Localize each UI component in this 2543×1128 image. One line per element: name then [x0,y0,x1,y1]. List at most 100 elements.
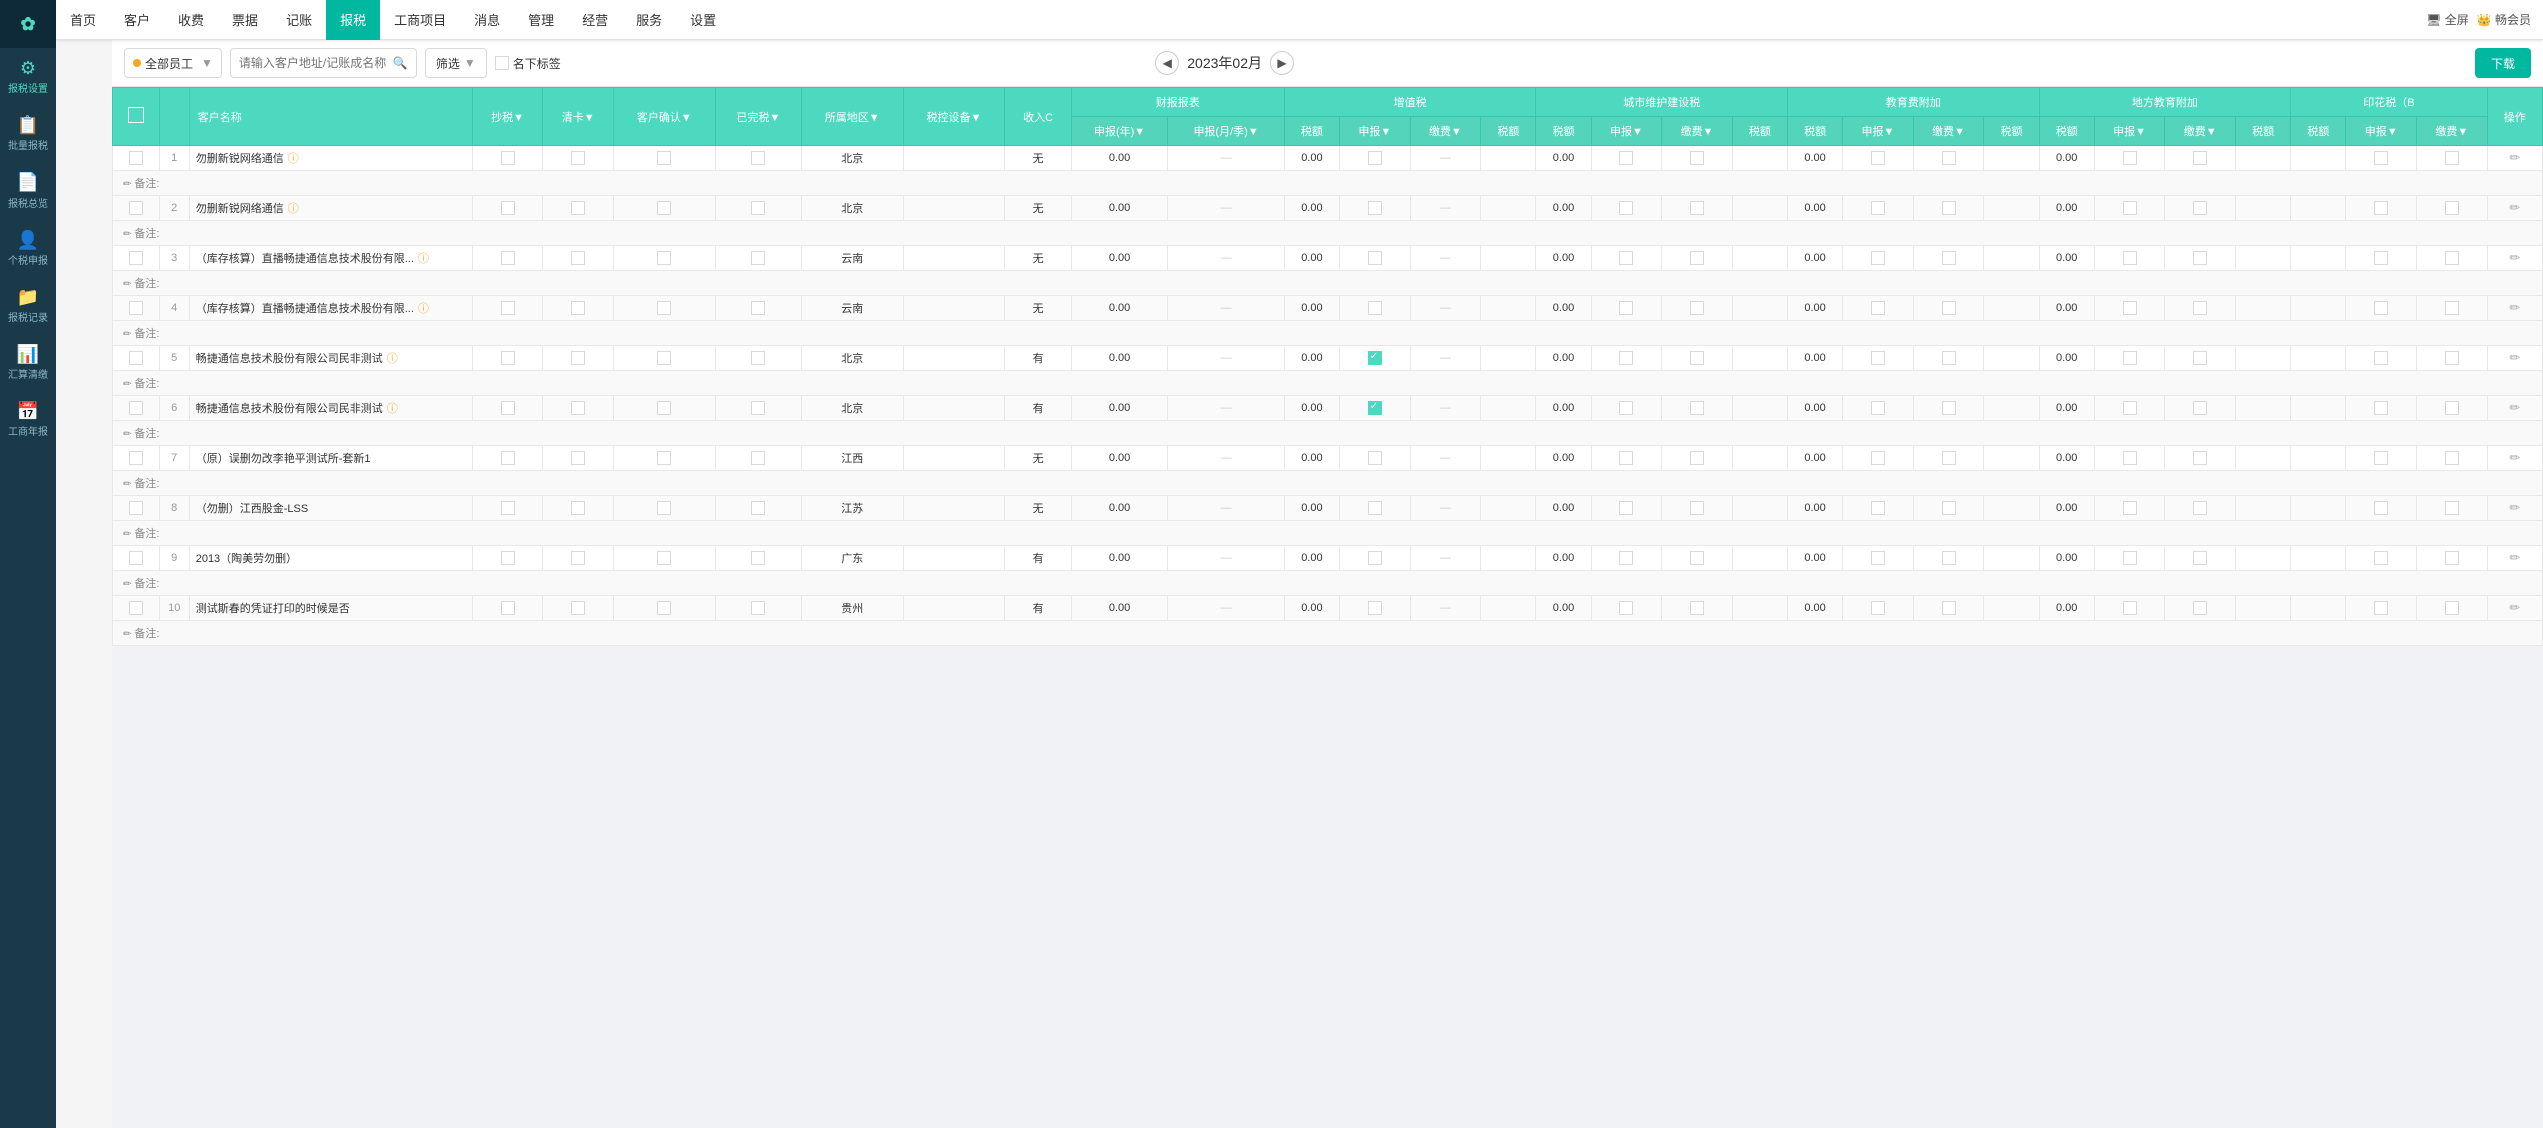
edu-report-checkbox[interactable] [1871,301,1885,315]
next-month-button[interactable]: ▶ [1270,51,1294,75]
clear-card-checkbox[interactable] [571,551,585,565]
confirm-checkbox[interactable] [657,451,671,465]
edu-report-cell[interactable] [1843,496,1914,521]
city-fee-cell[interactable] [1662,546,1733,571]
edu-report-checkbox[interactable] [1871,251,1885,265]
city-report-cell[interactable] [1591,146,1662,171]
vat-report-checkbox[interactable] [1368,601,1382,615]
loc-report-cell[interactable] [2094,146,2165,171]
stamp-fee-checkbox[interactable] [2445,301,2459,315]
city-report-checkbox[interactable] [1619,601,1633,615]
operation-cell[interactable]: ✏ [2487,296,2542,321]
nav-service[interactable]: 服务 [622,0,676,40]
stamp-report-cell[interactable] [2346,246,2417,271]
nav-management[interactable]: 管理 [514,0,568,40]
vat-report-cell[interactable] [1340,296,1411,321]
th-stamp-report[interactable]: 申报▼ [2346,117,2417,146]
stamp-fee-checkbox[interactable] [2445,551,2459,565]
filed-cell[interactable] [715,596,801,621]
sidebar-item-annual[interactable]: 📅 工商年报 [0,391,56,448]
tax-copy-checkbox[interactable] [501,501,515,515]
city-report-cell[interactable] [1591,296,1662,321]
edu-fee-checkbox[interactable] [1942,201,1956,215]
clear-card-cell[interactable] [543,146,614,171]
edu-fee-checkbox[interactable] [1942,501,1956,515]
stamp-fee-checkbox[interactable] [2445,501,2459,515]
operation-cell[interactable]: ✏ [2487,496,2542,521]
edu-report-cell[interactable] [1843,296,1914,321]
pencil-icon[interactable]: ✏ [123,379,131,390]
vat-fee-cell[interactable]: — [1410,546,1481,571]
stamp-fee-checkbox[interactable] [2445,451,2459,465]
city-report-checkbox[interactable] [1619,251,1633,265]
edu-fee-cell[interactable] [1913,296,1984,321]
warning-icon[interactable]: ⓘ [288,203,299,215]
edu-fee-checkbox[interactable] [1942,401,1956,415]
edu-report-cell[interactable] [1843,346,1914,371]
tag-checkbox[interactable] [495,56,509,70]
select-all-checkbox[interactable] [128,107,144,123]
confirm-cell[interactable] [613,446,715,471]
loc-fee-checkbox[interactable] [2193,201,2207,215]
filed-checkbox[interactable] [751,501,765,515]
edu-report-cell[interactable] [1843,196,1914,221]
stamp-fee-cell[interactable] [2416,296,2487,321]
clear-card-checkbox[interactable] [571,601,585,615]
edu-report-checkbox[interactable] [1871,201,1885,215]
row-checkbox[interactable] [129,451,143,465]
edu-report-cell[interactable] [1843,396,1914,421]
filed-checkbox[interactable] [751,451,765,465]
vat-report-cell[interactable] [1340,446,1411,471]
city-fee-checkbox[interactable] [1690,151,1704,165]
row-checkbox[interactable] [129,551,143,565]
city-fee-checkbox[interactable] [1690,601,1704,615]
edu-fee-cell[interactable] [1913,146,1984,171]
fullscreen-btn[interactable]: 🖥 全屏 [2426,11,2469,28]
edit-icon[interactable]: ✏ [2509,200,2520,215]
city-report-checkbox[interactable] [1619,451,1633,465]
loc-report-cell[interactable] [2094,196,2165,221]
loc-fee-cell[interactable] [2165,596,2236,621]
th-loc-fee[interactable]: 缴费▼ [2165,117,2236,146]
loc-report-cell[interactable] [2094,346,2165,371]
city-report-cell[interactable] [1591,496,1662,521]
fin-month-cell[interactable]: — [1168,546,1284,571]
vat-report-checkbox[interactable] [1368,351,1382,365]
th-filed[interactable]: 已完税▼ [715,88,801,146]
sidebar-item-summary[interactable]: 📊 汇算清缴 [0,334,56,391]
pencil-icon[interactable]: ✏ [123,529,131,540]
stamp-report-cell[interactable] [2346,446,2417,471]
row-checkbox[interactable] [129,201,143,215]
loc-report-checkbox[interactable] [2123,451,2137,465]
loc-fee-checkbox[interactable] [2193,551,2207,565]
city-report-cell[interactable] [1591,196,1662,221]
fin-month-cell[interactable]: — [1168,396,1284,421]
prev-month-button[interactable]: ◀ [1155,51,1179,75]
city-fee-cell[interactable] [1662,396,1733,421]
edu-fee-cell[interactable] [1913,346,1984,371]
filed-checkbox[interactable] [751,601,765,615]
nav-accounts[interactable]: 记账 [272,0,326,40]
stamp-report-cell[interactable] [2346,496,2417,521]
filed-cell[interactable] [715,396,801,421]
fin-month-cell[interactable]: — [1168,146,1284,171]
stamp-fee-checkbox[interactable] [2445,251,2459,265]
pencil-icon[interactable]: ✏ [123,279,131,290]
th-stamp-fee[interactable]: 缴费▼ [2416,117,2487,146]
edu-report-cell[interactable] [1843,146,1914,171]
clear-card-checkbox[interactable] [571,401,585,415]
employee-filter[interactable]: 全部员工 ▼ [124,48,222,78]
loc-fee-cell[interactable] [2165,396,2236,421]
confirm-cell[interactable] [613,396,715,421]
vip-btn[interactable]: 👑 畅会员 [2477,11,2531,28]
tax-copy-cell[interactable] [472,396,543,421]
search-icon[interactable]: 🔍 [393,56,408,70]
city-fee-cell[interactable] [1662,146,1733,171]
clear-card-checkbox[interactable] [571,201,585,215]
fin-month-cell[interactable]: — [1168,296,1284,321]
pencil-icon[interactable]: ✏ [123,429,131,440]
vat-fee-cell[interactable]: — [1410,296,1481,321]
warning-icon[interactable]: ⓘ [387,403,398,415]
stamp-fee-checkbox[interactable] [2445,151,2459,165]
edu-report-cell[interactable] [1843,246,1914,271]
